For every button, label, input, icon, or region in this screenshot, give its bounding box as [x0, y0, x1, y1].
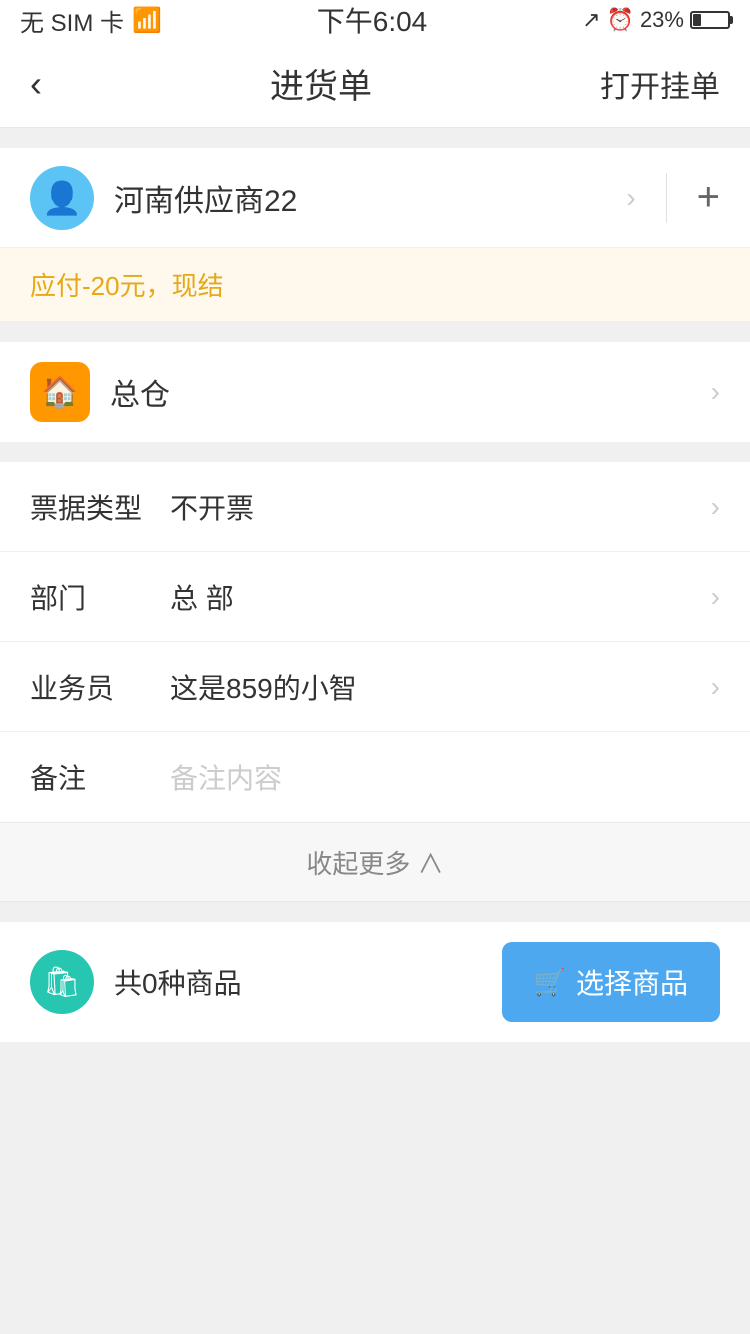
remark-label: 备注	[30, 757, 170, 797]
sales-row[interactable]: 业务员 这是859的小智 ›	[0, 642, 750, 732]
cart-small-icon: 🛍	[43, 965, 81, 1000]
notice-bar: 应付-20元，现结	[0, 248, 750, 322]
remark-input[interactable]: 备注内容	[170, 757, 720, 797]
add-icon[interactable]: +	[697, 175, 720, 220]
supplier-actions: › +	[626, 173, 720, 223]
status-right: ↗ ⏰ 23%	[582, 7, 730, 33]
invoice-label: 票据类型	[30, 487, 170, 527]
product-count: 共0种商品	[114, 962, 502, 1002]
section-gap-3	[0, 442, 750, 462]
supplier-card: 👤 河南供应商22 › + 应付-20元，现结	[0, 148, 750, 322]
warehouse-icon: 🏠	[30, 362, 90, 422]
dept-row[interactable]: 部门 总 部 ›	[0, 552, 750, 642]
remark-row[interactable]: 备注 备注内容	[0, 732, 750, 822]
dept-value: 总 部	[170, 577, 711, 617]
supplier-row[interactable]: 👤 河南供应商22 › +	[0, 148, 750, 248]
collapse-row[interactable]: 收起更多 ∧	[0, 822, 750, 902]
page-title: 进货单	[270, 59, 372, 108]
chevron-right-icon: ›	[711, 581, 720, 613]
dept-label: 部门	[30, 577, 170, 617]
collapse-label: 收起更多 ∧	[306, 844, 443, 881]
section-gap-2	[0, 322, 750, 342]
product-bar: 🛍 共0种商品 🛒 选择商品	[0, 922, 750, 1042]
notice-text: 应付-20元，现结	[30, 271, 224, 301]
warehouse-row[interactable]: 🏠 总仓 ›	[0, 342, 750, 442]
sales-label: 业务员	[30, 667, 170, 707]
wifi-icon: 📶	[132, 6, 162, 35]
chevron-right-icon: ›	[711, 671, 720, 703]
carrier-label: 无 SIM 卡	[20, 3, 124, 38]
avatar-icon: 👤	[42, 179, 82, 217]
invoice-row[interactable]: 票据类型 不开票 ›	[0, 462, 750, 552]
chevron-right-icon: ›	[626, 182, 635, 214]
select-product-label: 选择商品	[576, 962, 688, 1002]
section-gap-1	[0, 128, 750, 148]
warehouse-symbol: 🏠	[41, 375, 78, 410]
chevron-right-icon: ›	[711, 491, 720, 523]
chevron-right-icon: ›	[711, 376, 720, 408]
invoice-value: 不开票	[170, 487, 711, 527]
form-section: 票据类型 不开票 › 部门 总 部 › 业务员 这是859的小智 › 备注 备注…	[0, 462, 750, 822]
open-pending-button[interactable]: 打开挂单	[600, 62, 720, 106]
divider	[666, 173, 667, 223]
sales-value: 这是859的小智	[170, 667, 711, 707]
select-cart-icon: 🛒	[534, 967, 566, 998]
warehouse-card: 🏠 总仓 ›	[0, 342, 750, 442]
select-product-button[interactable]: 🛒 选择商品	[502, 942, 720, 1022]
status-bar: 无 SIM 卡 📶 下午6:04 ↗ ⏰ 23%	[0, 0, 750, 40]
status-time: 下午6:04	[317, 0, 428, 40]
avatar: 👤	[30, 166, 94, 230]
warehouse-name: 总仓	[110, 370, 711, 414]
nav-bar: ‹ 进货单 打开挂单	[0, 40, 750, 128]
product-icon: 🛍	[30, 950, 94, 1014]
supplier-name: 河南供应商22	[114, 176, 626, 220]
battery-icon	[690, 11, 730, 29]
alarm-icon: ⏰	[607, 7, 634, 33]
status-left: 无 SIM 卡 📶	[20, 3, 162, 38]
battery-percent: 23%	[640, 7, 684, 33]
back-button[interactable]: ‹	[30, 63, 42, 105]
location-icon: ↗	[582, 7, 600, 33]
